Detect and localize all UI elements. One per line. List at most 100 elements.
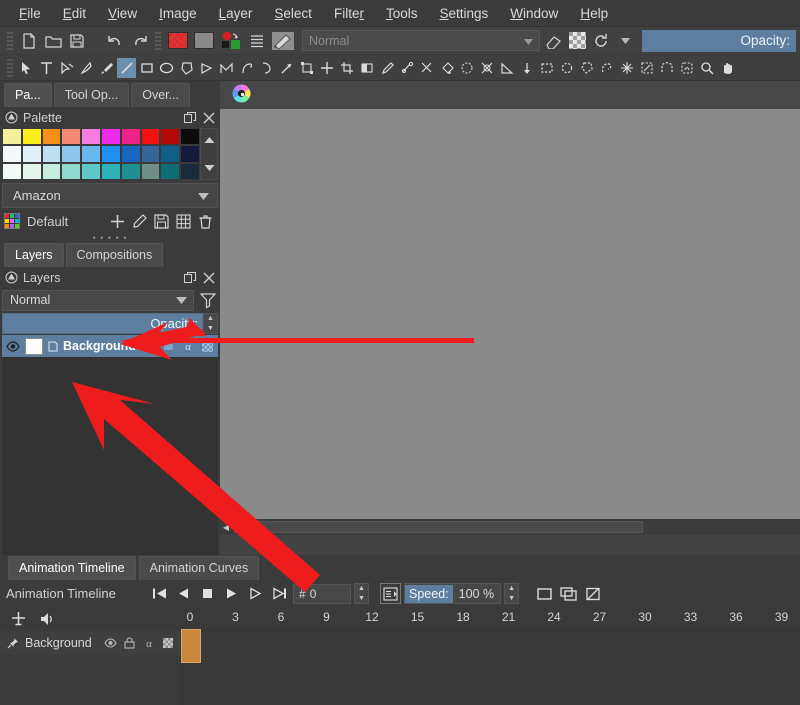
smart-patch-icon[interactable] <box>417 58 436 78</box>
add-icon[interactable] <box>106 210 128 232</box>
tab-compositions[interactable]: Compositions <box>66 243 164 267</box>
menu-item-view[interactable]: View <box>97 2 148 25</box>
float-docker-icon[interactable] <box>183 111 197 125</box>
color-swatch[interactable] <box>180 145 200 162</box>
menu-item-window[interactable]: Window <box>499 2 569 25</box>
timeline-ruler[interactable]: 036912151821242730333639 <box>180 607 800 629</box>
edit-icon[interactable] <box>128 210 150 232</box>
color-swatch[interactable] <box>180 163 200 180</box>
spin-up-icon[interactable]: ▲ <box>204 314 217 324</box>
tab-palette[interactable]: Pa... <box>4 83 52 107</box>
delete-icon[interactable] <box>194 210 216 232</box>
color-swatch[interactable] <box>22 145 42 162</box>
drop-frames-icon[interactable] <box>582 583 603 604</box>
color-swatch[interactable] <box>42 163 62 180</box>
palette-name-combo[interactable]: Amazon <box>2 183 218 208</box>
freehand-path-icon[interactable] <box>237 58 256 78</box>
frame-spinbox[interactable]: ▲ ▼ <box>354 583 369 604</box>
timeline-frames-area[interactable]: 036912151821242730333639 <box>180 607 800 705</box>
close-icon[interactable] <box>202 271 216 285</box>
select-shapes-icon[interactable] <box>17 58 36 78</box>
contiguous-selection-icon[interactable] <box>617 58 636 78</box>
tab-tool-options[interactable]: Tool Op... <box>54 83 130 107</box>
color-wheel-icon[interactable] <box>232 84 251 106</box>
toolbar-grip[interactable] <box>7 32 13 50</box>
pan-icon[interactable] <box>717 58 736 78</box>
color-swatch-grid[interactable] <box>2 128 200 180</box>
layer-row-background[interactable]: Background α <box>2 335 218 357</box>
visibility-icon[interactable] <box>6 339 20 353</box>
color-swatch[interactable] <box>160 128 180 145</box>
canvas[interactable] <box>220 109 800 519</box>
onion-skin-multiple-icon[interactable] <box>558 583 579 604</box>
alpha-icon[interactable]: α <box>142 637 155 650</box>
toolbar-opacity-field[interactable]: Opacity: <box>642 30 796 52</box>
freehand-brush-icon[interactable] <box>97 58 116 78</box>
color-selector-icon[interactable] <box>218 30 244 52</box>
color-swatch[interactable] <box>2 128 22 145</box>
save-icon[interactable] <box>66 30 88 52</box>
docker-splitter-handle[interactable]: • • • • • <box>0 234 220 241</box>
layers-opacity-spinbox[interactable]: ▲ ▼ <box>203 313 218 334</box>
color-swatch[interactable] <box>81 163 101 180</box>
skip-to-start-icon[interactable] <box>149 583 170 604</box>
filter-icon[interactable] <box>198 290 218 310</box>
calligraphy-icon[interactable] <box>77 58 96 78</box>
measure-icon[interactable] <box>497 58 516 78</box>
color-swatch[interactable] <box>42 145 62 162</box>
color-swatch[interactable] <box>121 163 141 180</box>
color-swatch[interactable] <box>42 128 62 145</box>
previous-frame-icon[interactable] <box>173 583 194 604</box>
undo-icon[interactable] <box>104 30 126 52</box>
background-color-swatch[interactable] <box>192 30 216 52</box>
eraser-icon[interactable] <box>542 30 564 52</box>
text-icon[interactable] <box>37 58 56 78</box>
gradient-preset-icon[interactable] <box>246 30 268 52</box>
color-swatch[interactable] <box>101 145 121 162</box>
dynamic-brush-icon[interactable] <box>257 58 276 78</box>
spin-down-icon[interactable]: ▼ <box>204 324 217 334</box>
visibility-icon[interactable] <box>104 637 117 650</box>
tab-animation-timeline[interactable]: Animation Timeline <box>8 556 136 580</box>
tab-overview[interactable]: Over... <box>131 83 190 107</box>
menu-item-tools[interactable]: Tools <box>375 2 429 25</box>
ellipse-icon[interactable] <box>157 58 176 78</box>
canvas-horizontal-scrollbar[interactable]: ◀ <box>220 519 800 535</box>
color-swatch[interactable] <box>2 145 22 162</box>
fill-icon[interactable] <box>437 58 456 78</box>
onion-skin-icon[interactable] <box>161 637 174 650</box>
save-icon[interactable] <box>150 210 172 232</box>
reload-preset-icon[interactable] <box>590 30 612 52</box>
color-swatch[interactable] <box>61 145 81 162</box>
menu-item-edit[interactable]: Edit <box>52 2 97 25</box>
menu-item-layer[interactable]: Layer <box>208 2 264 25</box>
menu-item-image[interactable]: Image <box>148 2 208 25</box>
skip-to-end-icon[interactable] <box>269 583 290 604</box>
color-swatch[interactable] <box>101 163 121 180</box>
scroll-down-icon[interactable] <box>201 157 217 179</box>
palette-scrollbar[interactable] <box>200 128 218 180</box>
chevron-down-icon[interactable] <box>614 30 636 52</box>
inherit-alpha-icon[interactable] <box>164 339 176 353</box>
color-swatch[interactable] <box>81 145 101 162</box>
playback-speed-field[interactable]: Speed: 100 % <box>404 583 501 604</box>
color-swatch[interactable] <box>101 128 121 145</box>
transform-icon[interactable] <box>297 58 316 78</box>
rectangle-icon[interactable] <box>137 58 156 78</box>
scroll-up-icon[interactable] <box>201 129 217 151</box>
menu-item-settings[interactable]: Settings <box>428 2 499 25</box>
color-swatch[interactable] <box>22 163 42 180</box>
scrollbar-track[interactable] <box>232 520 800 534</box>
menu-item-file[interactable]: File <box>8 2 52 25</box>
current-frame-marker[interactable] <box>181 629 201 663</box>
move-icon[interactable] <box>317 58 336 78</box>
menu-item-help[interactable]: Help <box>569 2 619 25</box>
onion-skin-icon[interactable] <box>200 339 214 353</box>
multibrush-icon[interactable] <box>277 58 296 78</box>
chevron-left-icon[interactable]: ◀ <box>220 520 232 534</box>
open-folder-icon[interactable] <box>42 30 64 52</box>
bezier-selection-icon[interactable] <box>657 58 676 78</box>
reference-images-icon[interactable] <box>517 58 536 78</box>
similar-color-selection-icon[interactable] <box>637 58 656 78</box>
pin-icon[interactable] <box>6 637 19 650</box>
